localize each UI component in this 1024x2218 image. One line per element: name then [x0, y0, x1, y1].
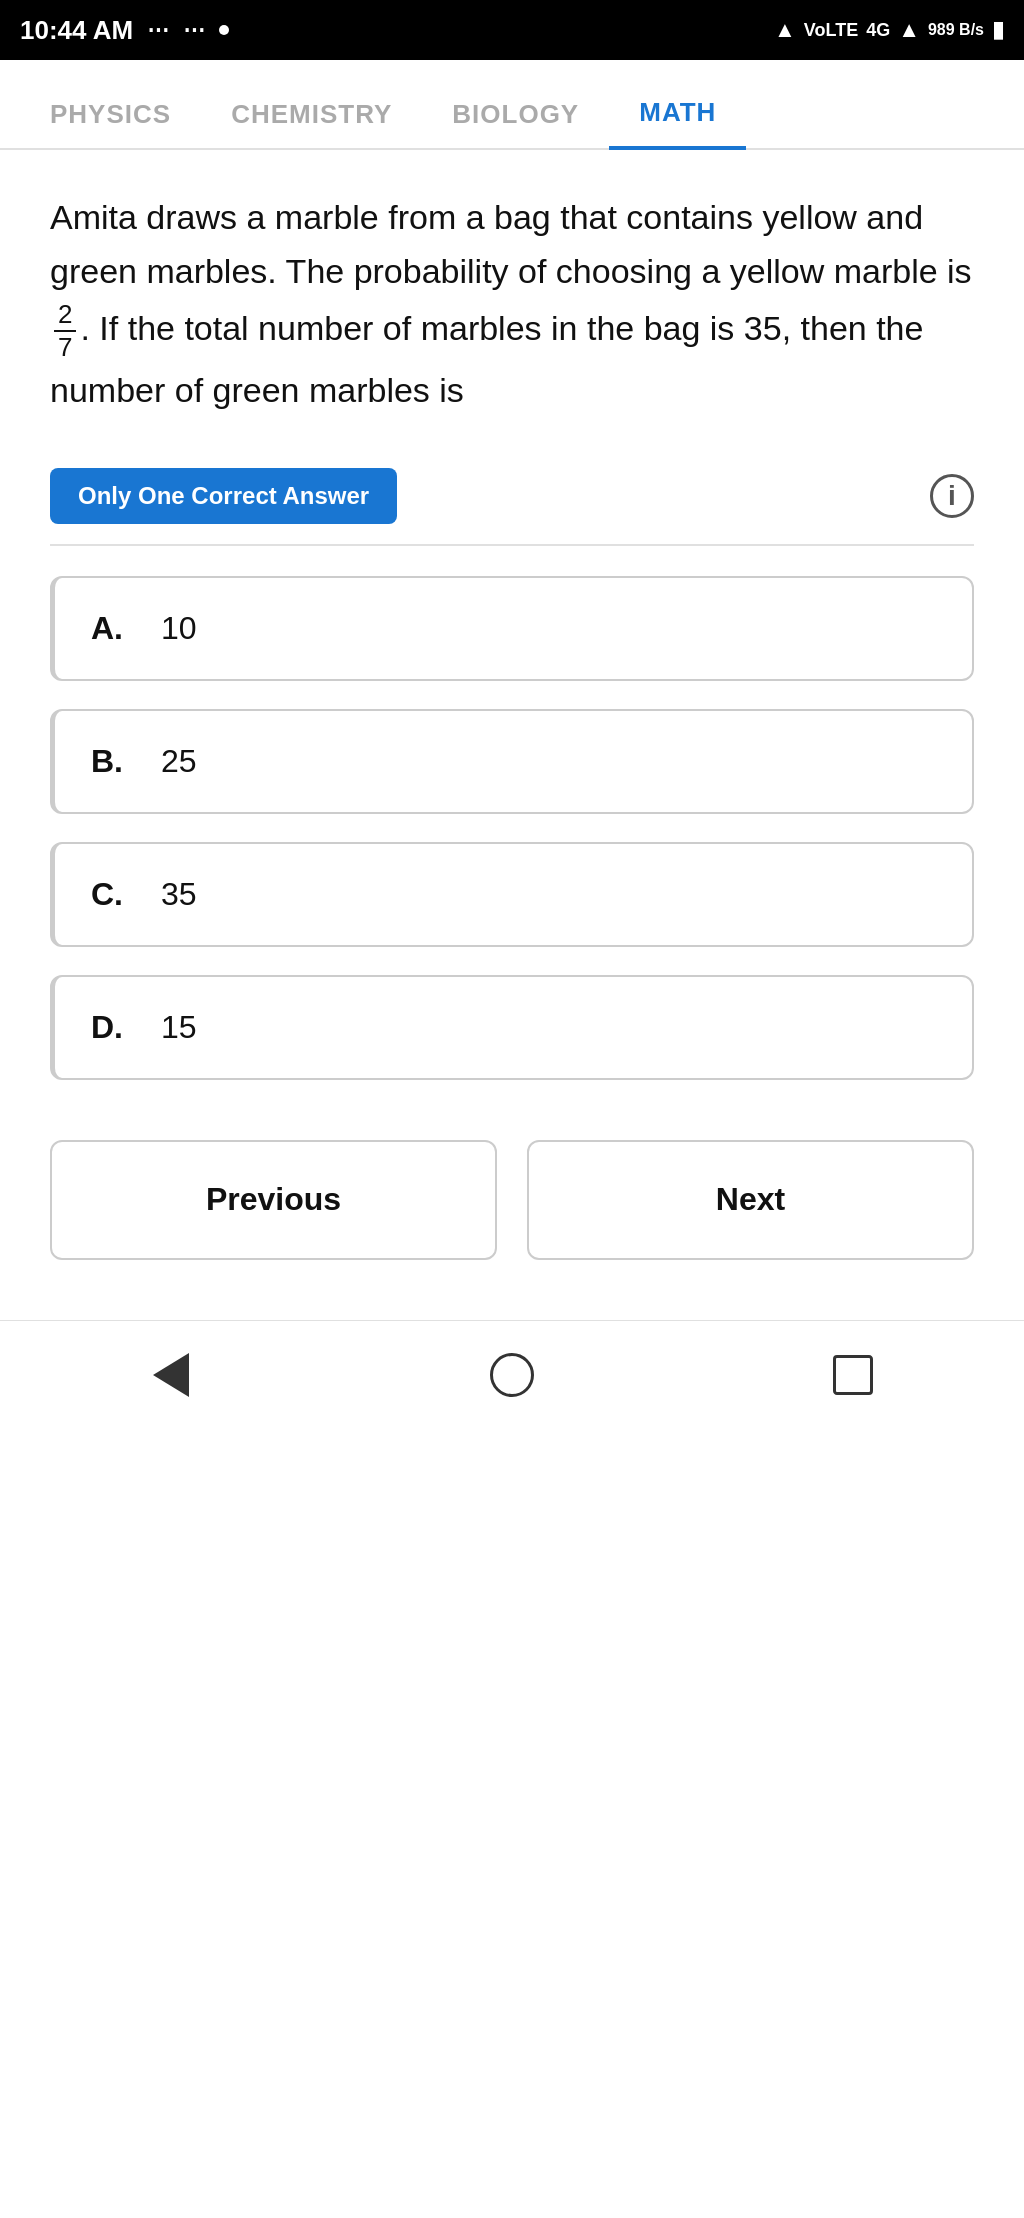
question-area: Amita draws a marble from a bag that con… [0, 150, 1024, 438]
back-button[interactable] [136, 1340, 206, 1410]
info-icon[interactable]: i [930, 474, 974, 518]
option-c[interactable]: C. 35 [50, 842, 974, 947]
options-area: A. 10 B. 25 C. 35 D. 15 [0, 556, 1024, 1100]
4g-label: 4G [866, 20, 890, 41]
tab-bar: PHYSICS CHEMISTRY BIOLOGY MATH [0, 60, 1024, 150]
dot-indicator [219, 25, 229, 35]
back-triangle-icon [153, 1353, 189, 1397]
home-circle-icon [490, 1353, 534, 1397]
option-a[interactable]: A. 10 [50, 576, 974, 681]
option-a-value: 10 [161, 610, 197, 647]
recents-button[interactable] [818, 1340, 888, 1410]
android-nav-bar [0, 1320, 1024, 1430]
option-a-label: A. [91, 610, 131, 647]
option-b[interactable]: B. 25 [50, 709, 974, 814]
question-part1: Amita draws a marble from a bag that con… [50, 198, 972, 290]
nav-buttons: Previous Next [0, 1100, 1024, 1280]
tab-physics[interactable]: PHYSICS [20, 99, 201, 148]
question-part2: . If the total number of marbles in the … [50, 309, 923, 409]
chat-icon: ⋯ [147, 17, 169, 43]
tab-biology[interactable]: BIOLOGY [422, 99, 609, 148]
home-button[interactable] [477, 1340, 547, 1410]
volte-label: VoLTE [804, 20, 858, 41]
tab-chemistry[interactable]: CHEMISTRY [201, 99, 422, 148]
time-display: 10:44 AM [20, 15, 133, 46]
signal-bars: ▲ [774, 17, 796, 43]
option-c-value: 35 [161, 876, 197, 913]
tab-math[interactable]: MATH [609, 97, 746, 150]
option-c-label: C. [91, 876, 131, 913]
signal-icon: ▲ [898, 17, 920, 43]
fraction: 27 [54, 299, 76, 363]
battery-speed: 989 B/s [928, 21, 984, 39]
next-button[interactable]: Next [527, 1140, 974, 1260]
badge-row: Only One Correct Answer i [0, 438, 1024, 534]
option-b-label: B. [91, 743, 131, 780]
status-bar: 10:44 AM ⋯ ⋯ ▲ VoLTE 4G ▲ 989 B/s ▮ [0, 0, 1024, 60]
more-icon: ⋯ [183, 17, 205, 43]
previous-button[interactable]: Previous [50, 1140, 497, 1260]
question-text: Amita draws a marble from a bag that con… [50, 190, 974, 418]
option-d-label: D. [91, 1009, 131, 1046]
battery-icon: ▮ [992, 17, 1004, 43]
only-one-correct-badge: Only One Correct Answer [50, 468, 397, 524]
option-b-value: 25 [161, 743, 197, 780]
option-d[interactable]: D. 15 [50, 975, 974, 1080]
option-d-value: 15 [161, 1009, 197, 1046]
section-divider [50, 544, 974, 546]
recents-square-icon [833, 1355, 873, 1395]
